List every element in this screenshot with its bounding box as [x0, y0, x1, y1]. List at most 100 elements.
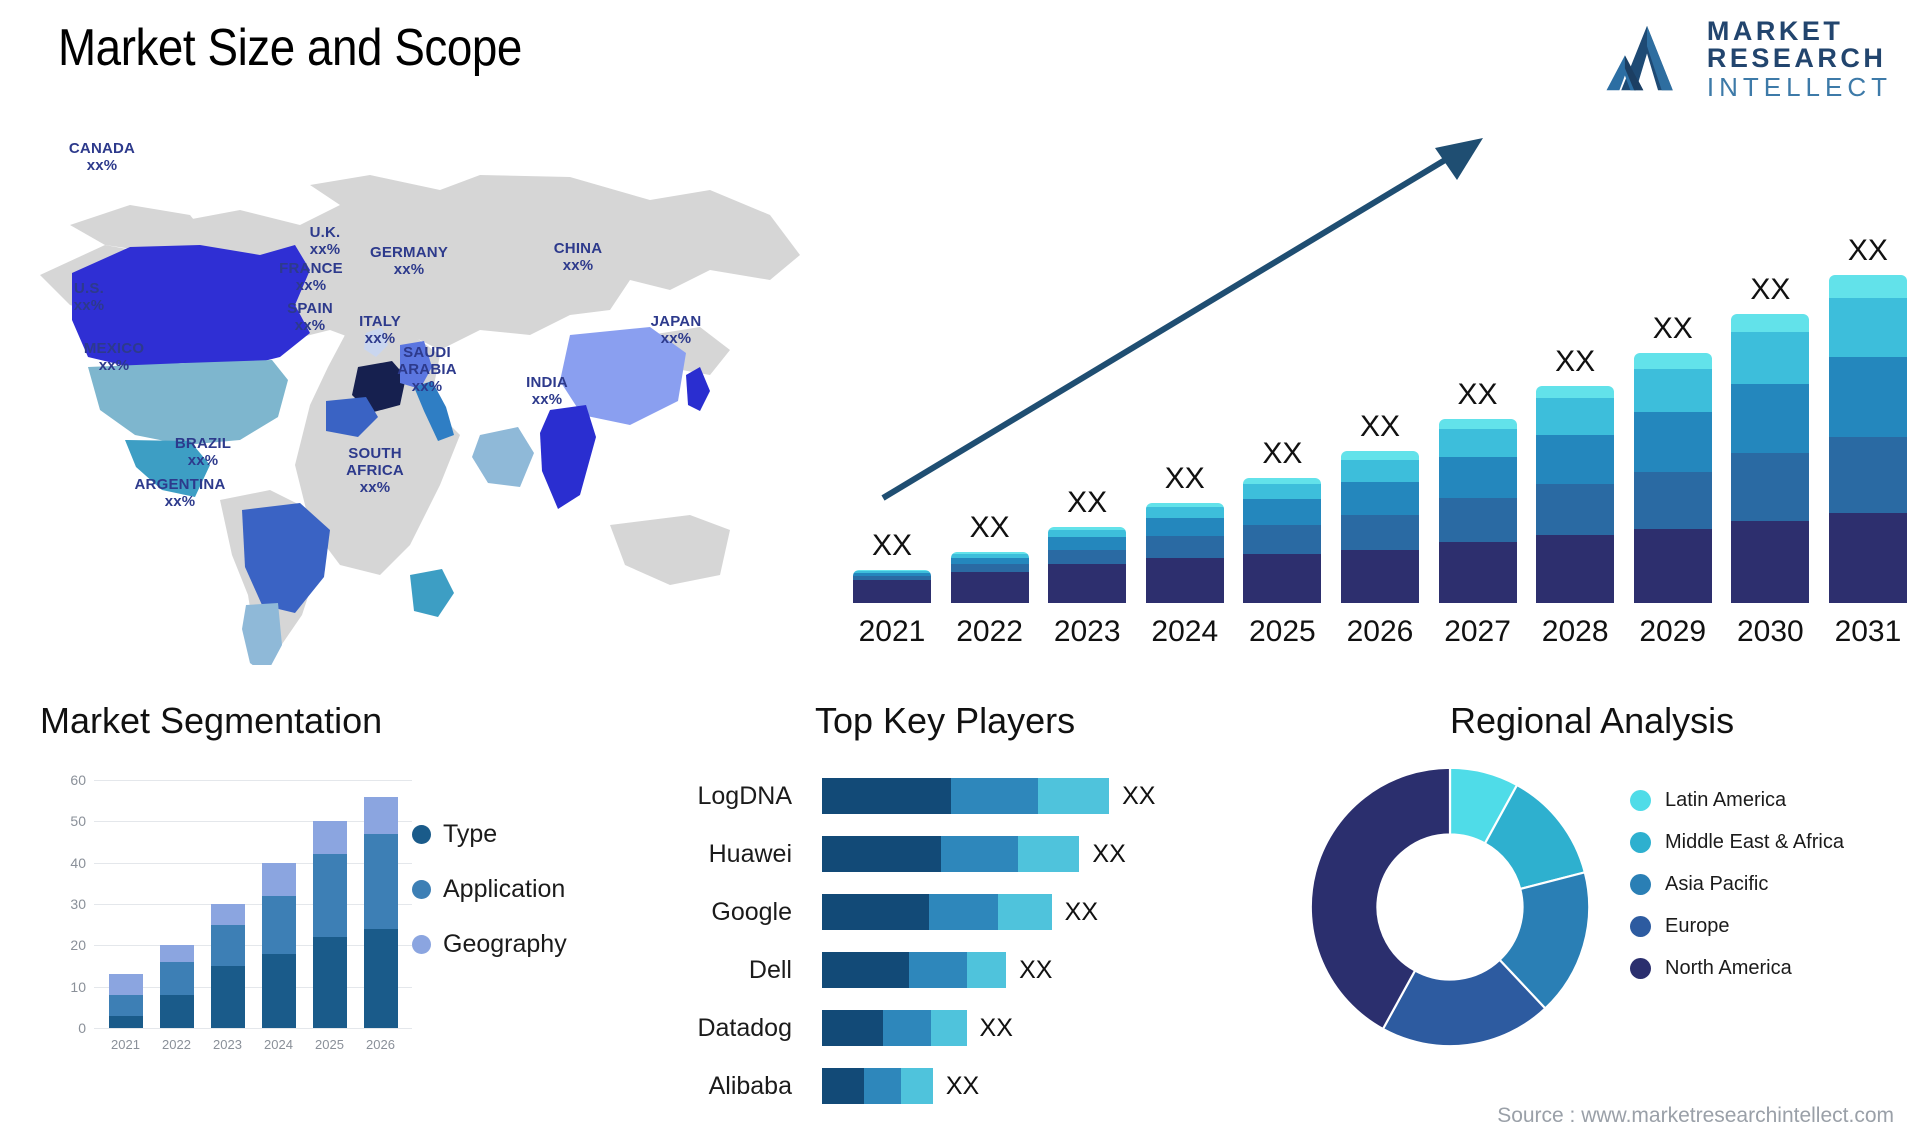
- forecast-bar-segment: [1731, 313, 1810, 333]
- forecast-bar-segment: [1536, 484, 1615, 536]
- player-row: Dell XX: [640, 946, 1160, 994]
- map-label-brazil: BRAZIL xx%: [174, 435, 232, 469]
- player-name: Dell: [748, 955, 792, 984]
- player-bar-segment: [901, 1068, 933, 1104]
- forecast-bar: [1438, 418, 1517, 603]
- regional-legend-label: Asia Pacific: [1665, 873, 1769, 895]
- player-row: Google XX: [640, 888, 1160, 936]
- forecast-bar-segment: [1243, 553, 1322, 603]
- segmentation-x-axis: 2021 2022 2023 2024 2025 2026: [100, 1032, 406, 1056]
- forecast-bar: [1048, 527, 1127, 603]
- forecast-bar-segment: [1048, 549, 1127, 565]
- brand-logo: MARKET RESEARCH INTELLECT: [1601, 18, 1892, 100]
- forecast-bar-column: XX: [853, 529, 931, 603]
- forecast-year-label: 2027: [1444, 615, 1511, 648]
- forecast-bar-value: XX: [1457, 377, 1498, 411]
- forecast-bar-value: XX: [1847, 234, 1888, 267]
- segmentation-y-tick: 60: [70, 772, 86, 788]
- forecast-bar-segment: [1145, 517, 1224, 537]
- map-country-india: [540, 405, 596, 509]
- player-bar-segment: [1037, 778, 1110, 814]
- forecast-bar-segment: [1828, 512, 1907, 603]
- regional-legend: Latin America Middle East & Africa Asia Pa…: [1630, 788, 1844, 980]
- forecast-bar-segment: [1145, 557, 1224, 603]
- map-label-germany: GERMANY xx%: [369, 244, 449, 278]
- segmentation-bar-segment: [108, 994, 143, 1016]
- forecast-bar-segment: [1048, 564, 1127, 603]
- segmentation-bar-segment: [261, 862, 296, 896]
- forecast-bar-segment: [1438, 418, 1517, 429]
- forecast-bar-segment: [1145, 536, 1224, 558]
- forecast-bar-value: XX: [969, 510, 1010, 544]
- player-bar-segment: [928, 894, 999, 930]
- player-bar-segment: [998, 894, 1052, 930]
- player-name: Alibaba: [708, 1071, 792, 1100]
- forecast-bar-segment: [1340, 549, 1419, 603]
- player-bar: [822, 778, 1110, 814]
- player-bar-segment: [822, 894, 929, 930]
- forecast-chart: XX XX XX XX XX XX XX XX XX XX XX 2021 2022 2023 2024 2…: [835, 120, 1915, 665]
- segmentation-y-tick: 10: [70, 978, 86, 995]
- segmentation-bar-segment: [363, 796, 398, 834]
- segmentation-legend-item: Type: [412, 820, 567, 849]
- forecast-bar-column: XX: [950, 510, 1029, 603]
- forecast-bar-segment: [1536, 434, 1615, 485]
- forecast-bar: [853, 570, 931, 603]
- segmentation-legend-label: Geography: [443, 930, 567, 958]
- regional-analysis-title: Regional Analysis: [1450, 700, 1735, 741]
- player-bar: [822, 1068, 933, 1104]
- forecast-year-label: 2026: [1346, 615, 1414, 648]
- player-name: Datadog: [697, 1013, 792, 1042]
- segmentation-legend-label: Application: [443, 875, 566, 903]
- forecast-year-label: 2031: [1834, 615, 1902, 648]
- forecast-bar: [1340, 451, 1419, 603]
- player-value: XX: [1092, 839, 1126, 868]
- player-bar-segment: [863, 1068, 902, 1104]
- forecast-bar-segment: [1243, 499, 1322, 526]
- forecast-bar-column: XX: [1438, 377, 1517, 603]
- forecast-bar: [1633, 352, 1712, 603]
- forecast-bar-column: XX: [1048, 486, 1127, 603]
- map-label-argentina: ARGENTINA xx%: [134, 476, 226, 510]
- segmentation-bar-segment: [312, 937, 347, 1028]
- world-map-panel: CANADA xx% U.S. xx% MEXICO xx% BRAZIL xx% AR…: [10, 105, 830, 675]
- forecast-year-label: 2021: [858, 615, 926, 648]
- segmentation-bar-segment: [261, 895, 296, 954]
- player-value: XX: [1064, 897, 1099, 926]
- forecast-bar-segment: [1633, 471, 1712, 530]
- logo-line-intellect: INTELLECT: [1706, 72, 1892, 102]
- market-segmentation-panel: Market Segmentation 0 10 20 30 40 50 60 2021 20…: [40, 700, 640, 1130]
- player-bar-segment: [883, 1010, 931, 1046]
- segmentation-legend: Type Application Geography: [412, 820, 567, 959]
- regional-legend-item: Asia Pacific: [1630, 872, 1844, 896]
- forecast-bar-value: XX: [1750, 272, 1791, 306]
- mountain-m-logo-icon: [1606, 25, 1673, 91]
- forecast-bar-segment: [1438, 428, 1517, 458]
- top-key-players-title: Top Key Players: [815, 700, 1076, 741]
- map-label-canada: CANADA xx%: [68, 140, 136, 174]
- segmentation-gridline: [94, 1028, 412, 1029]
- forecast-bar-segment: [1243, 525, 1322, 554]
- segmentation-y-tick: 0: [78, 1020, 86, 1036]
- forecast-bar-segment: [853, 580, 931, 603]
- forecast-year-axis: 2021 2022 2023 2024 2025 2026 2027 2028 2029 2030…: [853, 609, 1907, 655]
- forecast-bar: [1731, 313, 1810, 603]
- forecast-bar-column: XX: [1828, 234, 1907, 603]
- forecast-bar-value: XX: [871, 529, 913, 563]
- segmentation-y-tick: 30: [70, 896, 86, 912]
- player-bar-segment: [822, 952, 910, 988]
- forecast-year-label: 2029: [1639, 615, 1707, 648]
- segmentation-bar: [159, 945, 194, 1028]
- forecast-bar-value: XX: [1164, 461, 1205, 495]
- segmentation-x-label: 2025: [315, 1036, 344, 1052]
- forecast-year-label: 2028: [1541, 615, 1609, 648]
- forecast-year-label: 2025: [1249, 615, 1316, 648]
- forecast-bar-column: XX: [1633, 312, 1712, 603]
- player-bar-segment: [822, 1068, 864, 1104]
- segmentation-x-label: 2022: [162, 1036, 191, 1052]
- forecast-bar-value: XX: [1555, 344, 1596, 378]
- forecast-bar-segment: [950, 572, 1029, 603]
- forecast-year-label: 2030: [1736, 615, 1804, 648]
- segmentation-bar: [312, 821, 347, 1028]
- segmentation-bars: [100, 780, 406, 1028]
